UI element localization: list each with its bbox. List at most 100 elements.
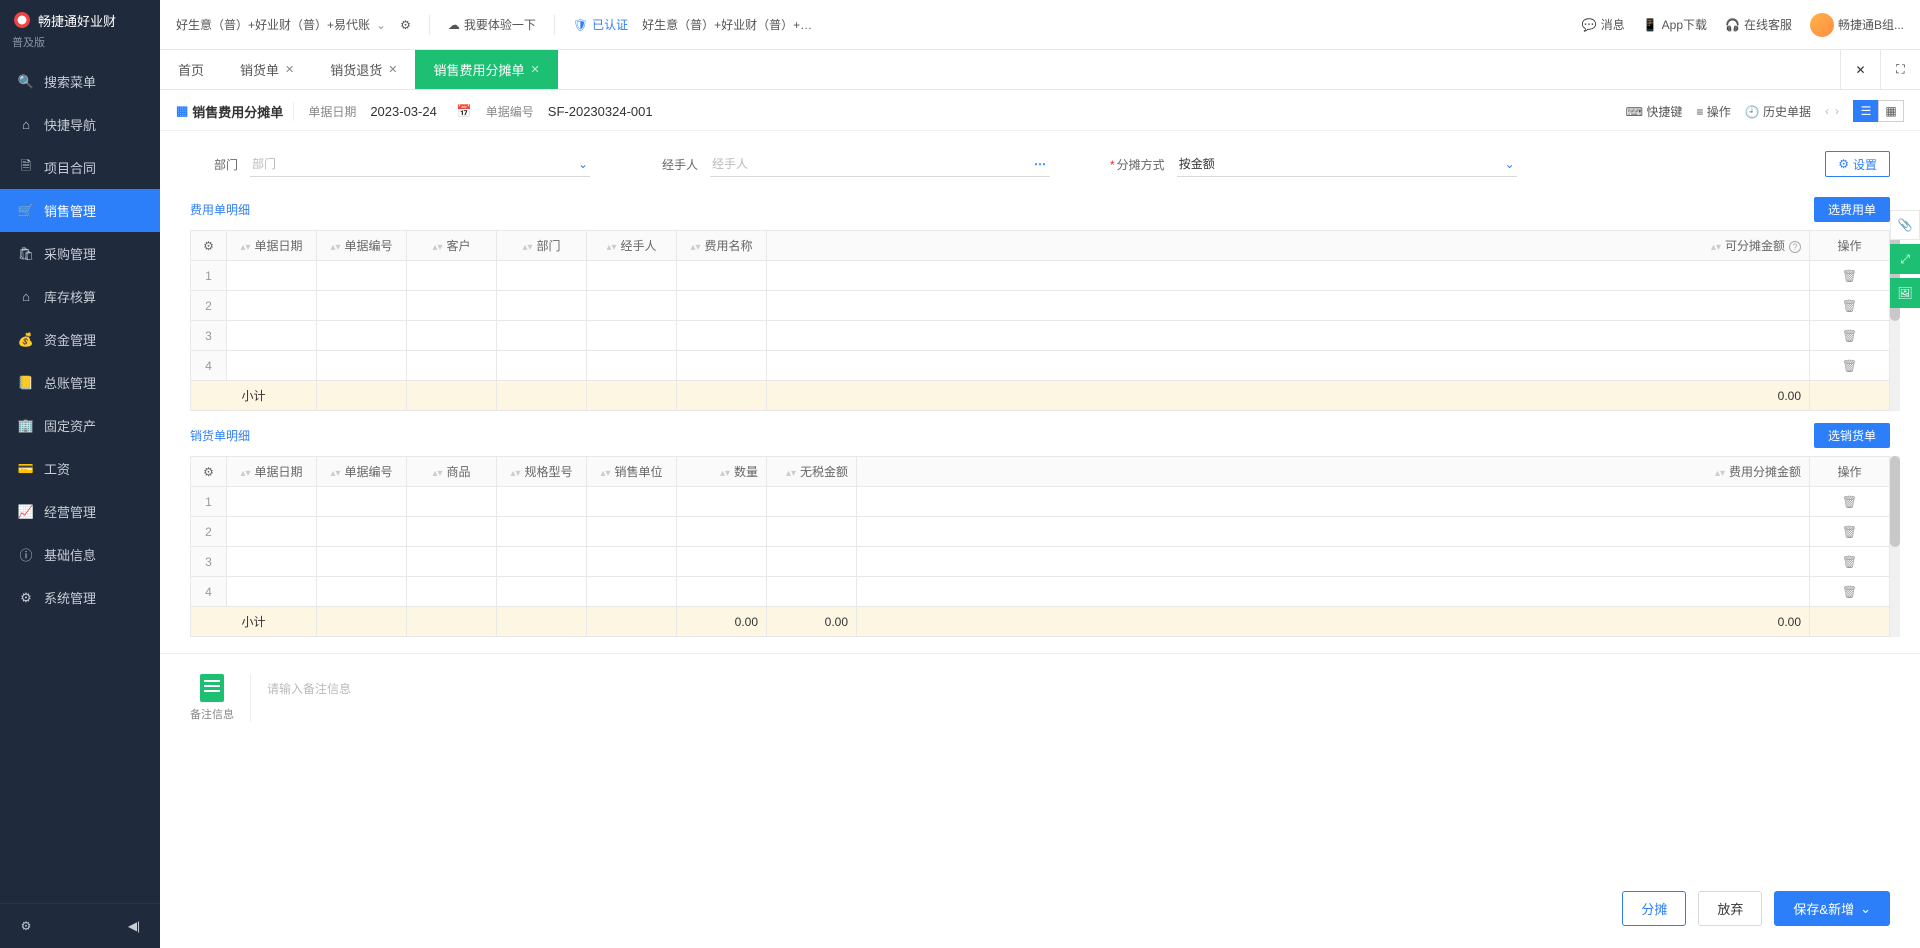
sidebar-item-3[interactable]: 🛒销售管理 bbox=[0, 189, 160, 232]
sidebar-item-label: 库存核算 bbox=[44, 287, 96, 306]
sidebar-item-label: 基础信息 bbox=[44, 545, 96, 564]
allocate-button[interactable]: 分摊 bbox=[1622, 891, 1686, 926]
sidebar-item-label: 搜索菜单 bbox=[44, 72, 96, 91]
expand-icon[interactable]: ⤢ bbox=[1890, 244, 1920, 274]
dept-select[interactable]: 部门 ⌄ bbox=[250, 151, 590, 177]
sidebar-item-12[interactable]: ⚙系统管理 bbox=[0, 576, 160, 619]
collapse-icon[interactable]: ◀| bbox=[126, 918, 142, 934]
sidebar-item-2[interactable]: 🗎项目合同 bbox=[0, 146, 160, 189]
sidebar-item-label: 工资 bbox=[44, 459, 70, 478]
tab-1[interactable]: 销货单✕ bbox=[222, 50, 312, 89]
settings-icon[interactable]: ⚙ bbox=[18, 918, 34, 934]
help-icon[interactable]: ? bbox=[1789, 241, 1801, 253]
delete-icon[interactable]: 🗑 bbox=[1842, 299, 1857, 313]
delete-icon[interactable]: 🗑 bbox=[1842, 555, 1857, 569]
customer-service-link[interactable]: 🎧 在线客服 bbox=[1725, 16, 1792, 33]
close-icon[interactable]: ✕ bbox=[388, 63, 397, 76]
prev-doc-icon[interactable]: ‹ bbox=[1825, 104, 1829, 118]
remark-input[interactable]: 请输入备注信息 bbox=[267, 674, 1890, 722]
discard-button[interactable]: 放弃 bbox=[1698, 891, 1762, 926]
table-row[interactable]: 4🗑 bbox=[191, 577, 1890, 607]
experience-link[interactable]: ☁ 我要体验一下 bbox=[448, 16, 536, 33]
sales-section-title: 销货单明细 bbox=[190, 427, 250, 444]
pick-fee-button[interactable]: 选费用单 bbox=[1814, 197, 1890, 222]
view-toggle: ☰ ▦ bbox=[1853, 100, 1904, 122]
attachment-icon[interactable]: 📎 bbox=[1890, 210, 1920, 240]
pick-sales-button[interactable]: 选销货单 bbox=[1814, 423, 1890, 448]
gear-column[interactable]: ⚙ bbox=[191, 457, 227, 487]
sidebar-item-11[interactable]: ⓘ 基础信息 bbox=[0, 533, 160, 576]
no-value: SF-20230324-001 bbox=[548, 104, 653, 119]
sidebar-item-10[interactable]: 📈经营管理 bbox=[0, 490, 160, 533]
col-unit: ▴▾销售单位 bbox=[587, 457, 677, 487]
save-new-button[interactable]: 保存&新增 ⌄ bbox=[1774, 891, 1890, 926]
sidebar-item-label: 固定资产 bbox=[44, 416, 96, 435]
table-row[interactable]: 2🗑 bbox=[191, 517, 1890, 547]
tab-3[interactable]: 销售费用分摊单✕ bbox=[415, 50, 557, 89]
method-select[interactable]: 按金额 ⌄ bbox=[1177, 151, 1517, 177]
table-row[interactable]: 3🗑 bbox=[191, 547, 1890, 577]
info-icon: ⓘ bbox=[18, 547, 34, 563]
sys-icon: ⚙ bbox=[18, 590, 34, 606]
fullscreen-button[interactable]: ⛶ bbox=[1880, 50, 1920, 89]
shortcut-link[interactable]: ⌨ 快捷键 bbox=[1626, 103, 1683, 120]
chevron-down-icon: ⌄ bbox=[578, 157, 588, 171]
cart-icon: 🛒 bbox=[18, 203, 34, 219]
image-icon[interactable]: 🖼 bbox=[1890, 278, 1920, 308]
doc-icon: ▦ bbox=[176, 103, 188, 119]
calendar-icon[interactable]: 📅 bbox=[457, 104, 472, 118]
table-row[interactable]: 4🗑 bbox=[191, 351, 1890, 381]
delete-icon[interactable]: 🗑 bbox=[1842, 269, 1857, 283]
table-row[interactable]: 1🗑 bbox=[191, 487, 1890, 517]
next-doc-icon[interactable]: › bbox=[1835, 104, 1839, 118]
delete-icon[interactable]: 🗑 bbox=[1842, 329, 1857, 343]
date-value[interactable]: 2023-03-24 bbox=[370, 104, 437, 119]
shield-icon: 🛡 bbox=[573, 18, 588, 32]
sidebar-item-1[interactable]: ⌂快捷导航 bbox=[0, 103, 160, 146]
breadcrumb-2[interactable]: 好生意（普）+好业财（普）+… bbox=[642, 16, 812, 33]
gear-link[interactable]: ⚙ bbox=[400, 18, 411, 32]
fee-subtotal-label: 小计 bbox=[191, 381, 317, 411]
view-grid-button[interactable]: ▦ bbox=[1878, 100, 1904, 122]
app-download-link[interactable]: 📱 App下载 bbox=[1643, 16, 1707, 33]
close-icon[interactable]: ✕ bbox=[531, 63, 540, 76]
history-link[interactable]: 🕘 历史单据 bbox=[1745, 103, 1811, 120]
table-row[interactable]: 3🗑 bbox=[191, 321, 1890, 351]
verified-badge[interactable]: 🛡 已认证 bbox=[573, 16, 628, 33]
sidebar-item-0[interactable]: 🔍搜索菜单 bbox=[0, 60, 160, 103]
sidebar-item-6[interactable]: 💰资金管理 bbox=[0, 318, 160, 361]
operate-link[interactable]: ≡ 操作 bbox=[1696, 103, 1730, 120]
sidebar-item-8[interactable]: 🏢固定资产 bbox=[0, 404, 160, 447]
sidebar-item-4[interactable]: 🛍采购管理 bbox=[0, 232, 160, 275]
table-row[interactable]: 1🗑 bbox=[191, 261, 1890, 291]
tab-0[interactable]: 首页 bbox=[160, 50, 222, 89]
brand-name: 畅捷通好业财 bbox=[38, 11, 116, 30]
delete-icon[interactable]: 🗑 bbox=[1842, 585, 1857, 599]
sidebar-item-9[interactable]: 💳工资 bbox=[0, 447, 160, 490]
delete-icon[interactable]: 🗑 bbox=[1842, 359, 1857, 373]
setting-button[interactable]: ⚙ 设置 bbox=[1825, 151, 1890, 177]
sidebar-item-7[interactable]: 📒总账管理 bbox=[0, 361, 160, 404]
col-handler: ▴▾经手人 bbox=[587, 231, 677, 261]
handler-select[interactable]: 经手人 ⋯ bbox=[710, 151, 1050, 177]
sidebar-item-5[interactable]: ⌂库存核算 bbox=[0, 275, 160, 318]
col-spec: ▴▾规格型号 bbox=[497, 457, 587, 487]
delete-icon[interactable]: 🗑 bbox=[1842, 495, 1857, 509]
table-row[interactable]: 2🗑 bbox=[191, 291, 1890, 321]
message-link[interactable]: 💬 消息 bbox=[1582, 16, 1625, 33]
note-icon bbox=[200, 674, 224, 702]
dept-label: 部门 bbox=[190, 156, 238, 173]
breadcrumb[interactable]: 好生意（普）+好业财（普）+易代账 ⌄ bbox=[176, 16, 386, 33]
view-list-button[interactable]: ☰ bbox=[1853, 100, 1879, 122]
tab-2[interactable]: 销货退货✕ bbox=[312, 50, 415, 89]
gear-column[interactable]: ⚙ bbox=[191, 231, 227, 261]
delete-icon[interactable]: 🗑 bbox=[1842, 525, 1857, 539]
handler-label: 经手人 bbox=[650, 156, 698, 173]
scrollbar[interactable] bbox=[1890, 456, 1900, 637]
chevron-down-icon: ⌄ bbox=[1505, 157, 1515, 171]
close-icon[interactable]: ✕ bbox=[285, 63, 294, 76]
col-date: ▴▾单据日期 bbox=[227, 231, 317, 261]
user-menu[interactable]: 畅捷通B组... bbox=[1810, 13, 1904, 37]
close-all-tabs-button[interactable]: ✕ bbox=[1840, 50, 1880, 89]
sidebar-item-label: 总账管理 bbox=[44, 373, 96, 392]
